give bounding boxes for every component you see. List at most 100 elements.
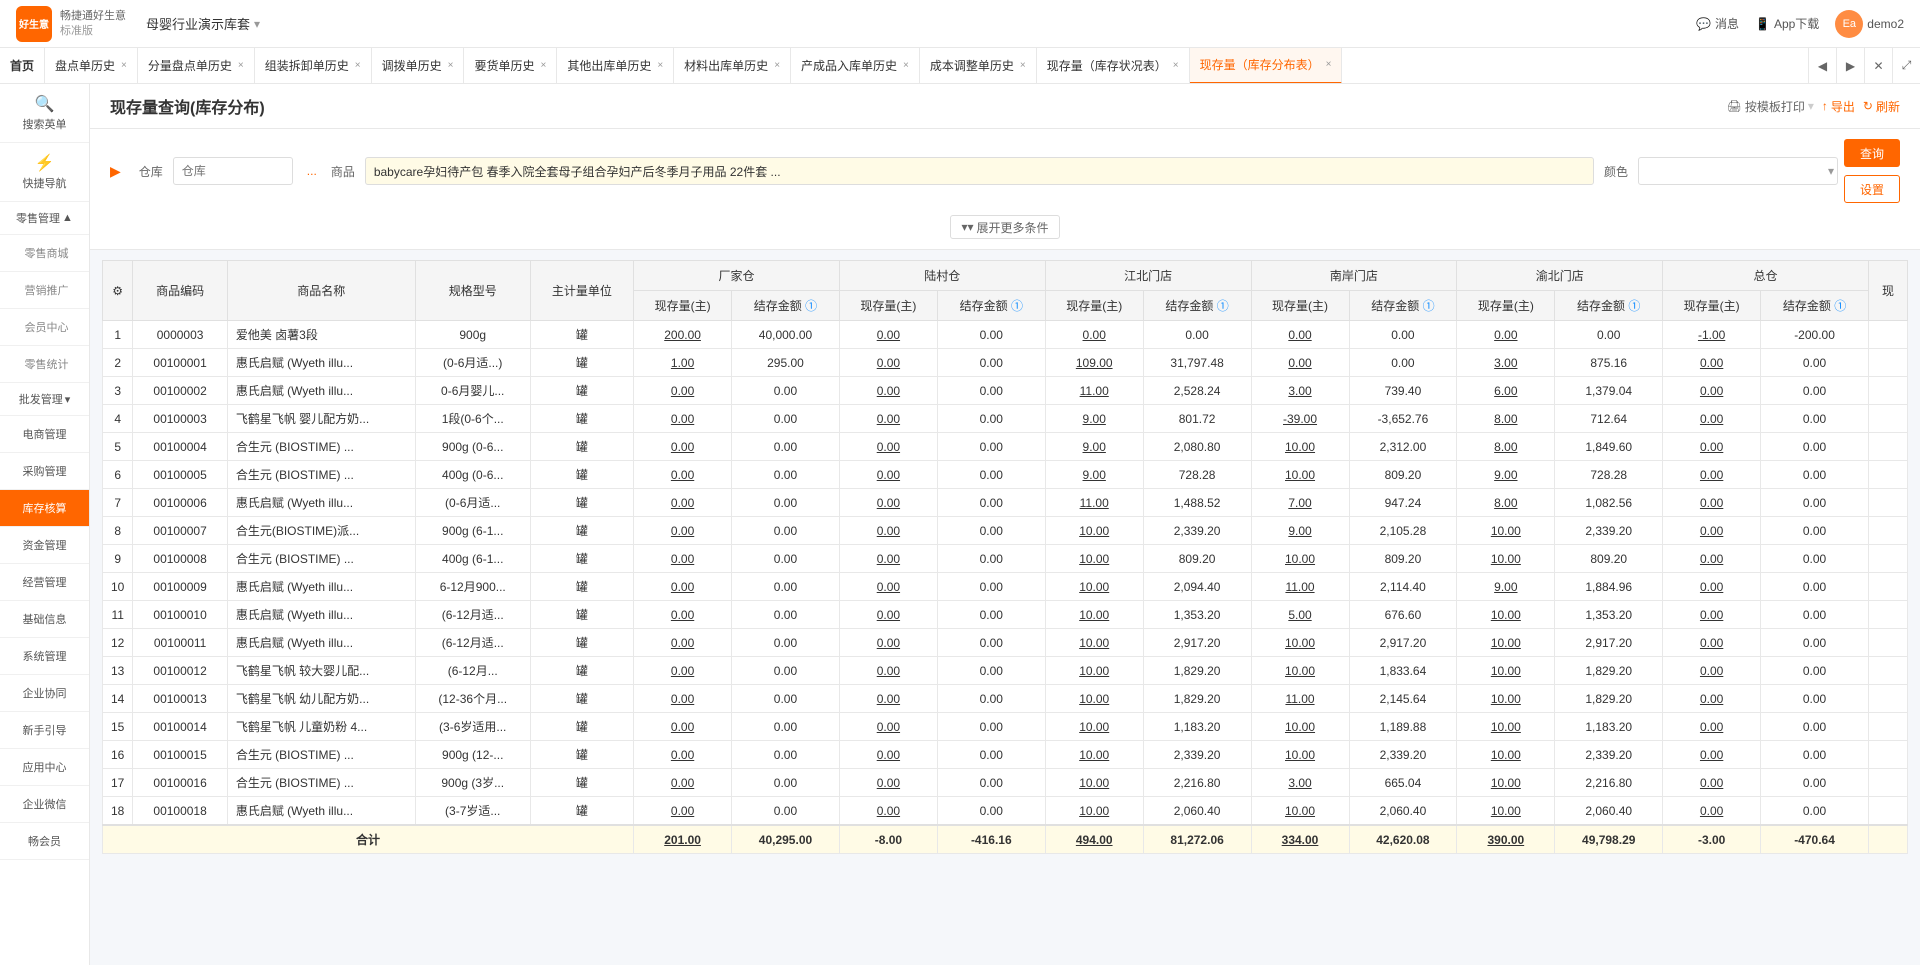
row-yb-qty[interactable]: 6.00 <box>1457 377 1555 405</box>
message-btn[interactable]: 💬 消息 <box>1696 15 1739 32</box>
tab-close-3[interactable]: × <box>355 60 361 71</box>
sidebar-item-member2[interactable]: 畅会员 <box>0 823 89 860</box>
row-tot-qty[interactable]: 0.00 <box>1663 517 1761 545</box>
row-tot-qty[interactable]: 0.00 <box>1663 797 1761 826</box>
row-na-qty[interactable]: 10.00 <box>1251 461 1349 489</box>
row-yb-qty[interactable]: 9.00 <box>1457 573 1555 601</box>
row-fac-qty[interactable]: 0.00 <box>634 377 732 405</box>
row-fac-qty[interactable]: 0.00 <box>634 629 732 657</box>
row-yb-qty[interactable]: 10.00 <box>1457 685 1555 713</box>
tab-next-btn[interactable]: ▶ <box>1836 48 1864 84</box>
sidebar-item-ecommerce[interactable]: 电商管理 <box>0 416 89 453</box>
sidebar-item-finance[interactable]: 资金管理 <box>0 527 89 564</box>
tab-close-4[interactable]: × <box>448 60 454 71</box>
row-yb-qty[interactable]: 10.00 <box>1457 741 1555 769</box>
row-na-qty[interactable]: 0.00 <box>1251 321 1349 349</box>
row-jb-qty[interactable]: 10.00 <box>1045 545 1143 573</box>
collapse-arrow[interactable]: ▶ <box>110 163 121 180</box>
row-fac-qty[interactable]: 0.00 <box>634 657 732 685</box>
row-jb-qty[interactable]: 10.00 <box>1045 629 1143 657</box>
warehouse-dots-btn[interactable]: ... <box>303 164 321 178</box>
tab-close-8[interactable]: × <box>903 60 909 71</box>
row-tot-qty[interactable]: 0.00 <box>1663 461 1761 489</box>
row-lu-qty[interactable]: 0.00 <box>839 685 937 713</box>
row-lu-qty[interactable]: 0.00 <box>839 601 937 629</box>
row-tot-qty[interactable]: 0.00 <box>1663 657 1761 685</box>
tab-close-7[interactable]: × <box>774 60 780 71</box>
sidebar-item-guide[interactable]: 新手引导 <box>0 712 89 749</box>
row-yb-qty[interactable]: 0.00 <box>1457 321 1555 349</box>
row-tot-qty[interactable]: 0.00 <box>1663 349 1761 377</box>
company-dropdown[interactable]: 母婴行业演示库套 ▾ <box>146 14 260 33</box>
row-na-qty[interactable]: 5.00 <box>1251 601 1349 629</box>
sidebar-item-basic-info[interactable]: 基础信息 <box>0 601 89 638</box>
row-lu-qty[interactable]: 0.00 <box>839 489 937 517</box>
row-tot-qty[interactable]: 0.00 <box>1663 433 1761 461</box>
row-jb-qty[interactable]: 10.00 <box>1045 573 1143 601</box>
row-jb-qty[interactable]: 10.00 <box>1045 657 1143 685</box>
tab-close-5[interactable]: × <box>540 60 546 71</box>
row-lu-qty[interactable]: 0.00 <box>839 321 937 349</box>
user-avatar[interactable]: Ea demo2 <box>1835 10 1904 38</box>
tab-10[interactable]: 现存量（库存状况表） × <box>1037 48 1190 84</box>
row-tot-qty[interactable]: 0.00 <box>1663 601 1761 629</box>
row-jb-qty[interactable]: 9.00 <box>1045 433 1143 461</box>
row-lu-qty[interactable]: 0.00 <box>839 713 937 741</box>
row-yb-qty[interactable]: 10.00 <box>1457 797 1555 826</box>
row-yb-qty[interactable]: 10.00 <box>1457 517 1555 545</box>
row-na-qty[interactable]: 7.00 <box>1251 489 1349 517</box>
row-lu-qty[interactable]: 0.00 <box>839 797 937 826</box>
row-tot-qty[interactable]: 0.00 <box>1663 629 1761 657</box>
row-jb-qty[interactable]: 11.00 <box>1045 377 1143 405</box>
row-fac-qty[interactable]: 0.00 <box>634 797 732 826</box>
row-na-qty[interactable]: 11.00 <box>1251 573 1349 601</box>
row-yb-qty[interactable]: 8.00 <box>1457 405 1555 433</box>
row-lu-qty[interactable]: 0.00 <box>839 461 937 489</box>
row-tot-qty[interactable]: 0.00 <box>1663 405 1761 433</box>
sidebar-item-retail-mgmt[interactable]: 零售管理 ▲ <box>0 202 89 235</box>
sidebar-item-collab[interactable]: 企业协同 <box>0 675 89 712</box>
color-input[interactable] <box>1638 157 1838 185</box>
sidebar-item-enterprise-wechat[interactable]: 企业微信 <box>0 786 89 823</box>
row-na-qty[interactable]: 10.00 <box>1251 433 1349 461</box>
row-lu-qty[interactable]: 0.00 <box>839 405 937 433</box>
sidebar-item-member[interactable]: 会员中心 <box>0 309 89 346</box>
tab-expand-btn[interactable]: ⤢ <box>1892 48 1920 84</box>
row-jb-qty[interactable]: 10.00 <box>1045 741 1143 769</box>
row-lu-qty[interactable]: 0.00 <box>839 433 937 461</box>
sidebar-item-purchase[interactable]: 采购管理 <box>0 453 89 490</box>
table-container[interactable]: ⚙ 商品编码 商品名称 规格型号 主计量单位 厂家仓 陆村仓 江北门店 南岸门店… <box>90 250 1920 965</box>
sidebar-item-operations[interactable]: 经营管理 <box>0 564 89 601</box>
row-lu-qty[interactable]: 0.00 <box>839 573 937 601</box>
tab-close-6[interactable]: × <box>657 60 663 71</box>
summary-fac-qty[interactable]: 201.00 <box>634 825 732 854</box>
sidebar-item-search[interactable]: 🔍 搜索英单 <box>0 84 89 143</box>
row-fac-qty[interactable]: 200.00 <box>634 321 732 349</box>
row-na-qty[interactable]: 3.00 <box>1251 377 1349 405</box>
row-fac-qty[interactable]: 0.00 <box>634 685 732 713</box>
sidebar-item-system[interactable]: 系统管理 <box>0 638 89 675</box>
row-jb-qty[interactable]: 10.00 <box>1045 601 1143 629</box>
product-input[interactable] <box>365 157 1594 185</box>
row-jb-qty[interactable]: 10.00 <box>1045 517 1143 545</box>
tab-close-1[interactable]: × <box>121 60 127 71</box>
row-lu-qty[interactable]: 0.00 <box>839 377 937 405</box>
export-btn[interactable]: ↑ 导出 <box>1822 98 1855 115</box>
row-lu-qty[interactable]: 0.00 <box>839 657 937 685</box>
row-tot-qty[interactable]: -1.00 <box>1663 321 1761 349</box>
row-jb-qty[interactable]: 0.00 <box>1045 321 1143 349</box>
row-na-qty[interactable]: 9.00 <box>1251 517 1349 545</box>
row-tot-qty[interactable]: 0.00 <box>1663 713 1761 741</box>
summary-na-qty[interactable]: 334.00 <box>1251 825 1349 854</box>
row-fac-qty[interactable]: 0.00 <box>634 405 732 433</box>
row-fac-qty[interactable]: 0.00 <box>634 489 732 517</box>
tab-6[interactable]: 其他出库单历史 × <box>557 48 674 84</box>
row-yb-qty[interactable]: 10.00 <box>1457 601 1555 629</box>
row-tot-qty[interactable]: 0.00 <box>1663 573 1761 601</box>
row-jb-qty[interactable]: 10.00 <box>1045 769 1143 797</box>
row-lu-qty[interactable]: 0.00 <box>839 769 937 797</box>
refresh-btn[interactable]: ↻ 刷新 <box>1863 98 1900 115</box>
row-na-qty[interactable]: 3.00 <box>1251 769 1349 797</box>
row-na-qty[interactable]: 10.00 <box>1251 629 1349 657</box>
row-jb-qty[interactable]: 9.00 <box>1045 461 1143 489</box>
